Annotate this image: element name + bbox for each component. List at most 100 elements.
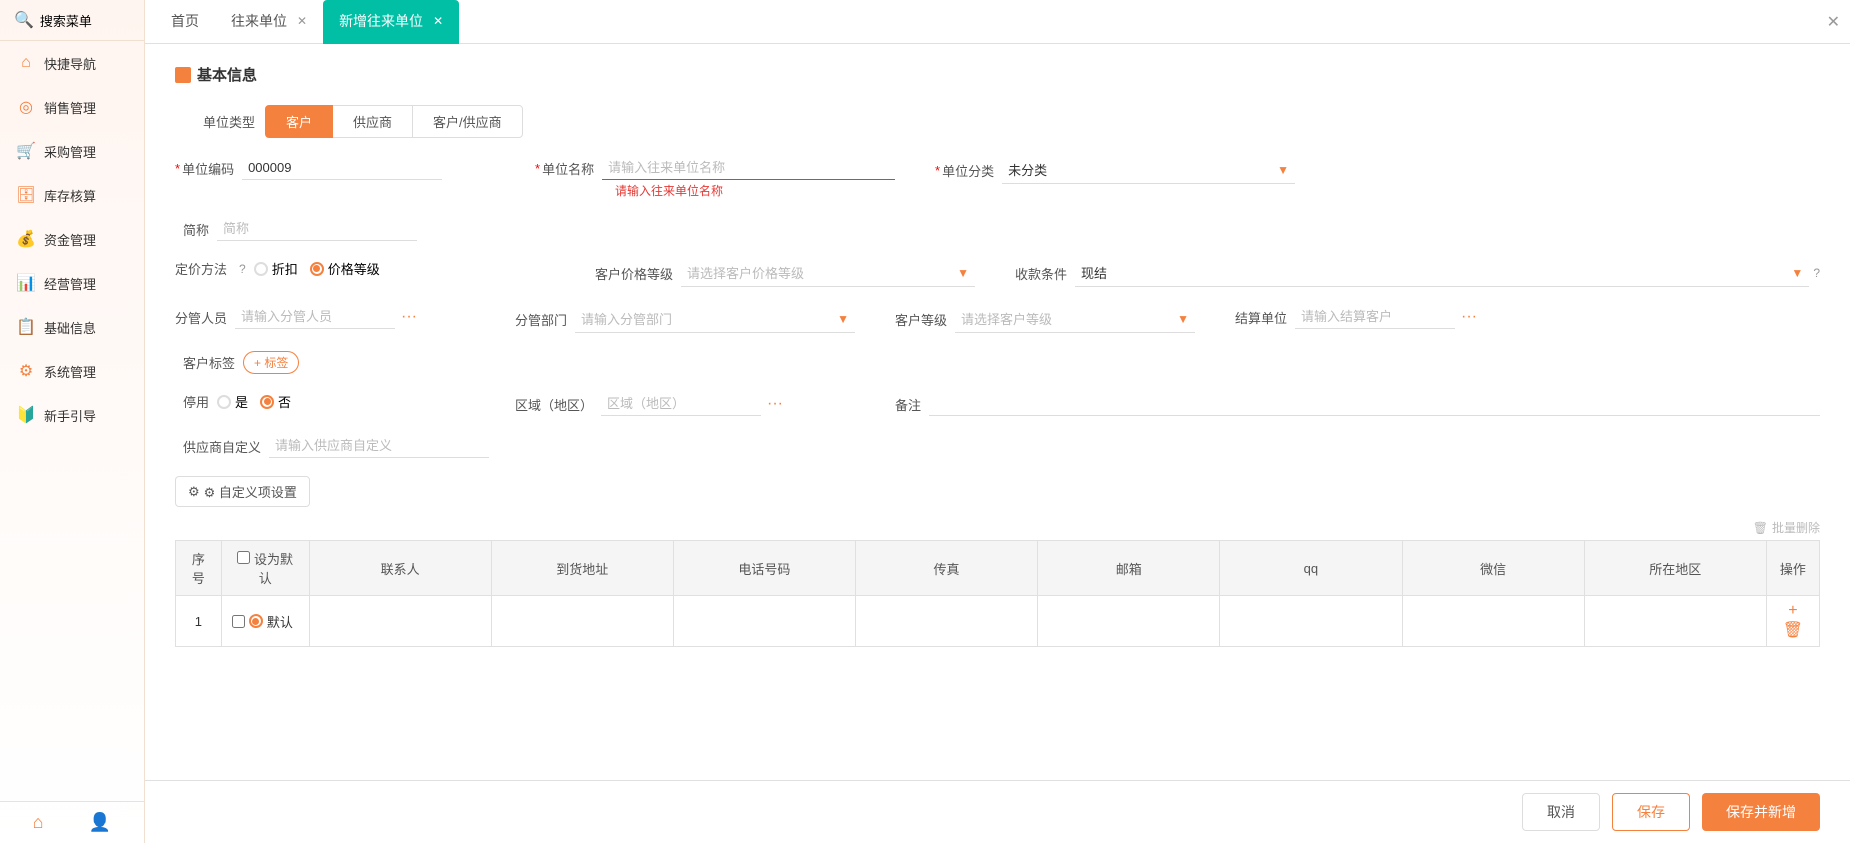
sidebar-item-finance[interactable]: 💰 资金管理 — [0, 217, 144, 261]
settlement-more-btn[interactable]: ··· — [1461, 308, 1477, 326]
sidebar-item-label: 经营管理 — [44, 274, 96, 293]
supplier-custom-field: 供应商自定义 — [175, 434, 1820, 458]
unit-category-label: 单位分类 — [942, 161, 994, 180]
region-input-cell[interactable] — [1595, 614, 1756, 629]
sidebar-item-label: 资金管理 — [44, 230, 96, 249]
cell-phone[interactable] — [673, 596, 855, 647]
fax-input[interactable] — [866, 614, 1027, 629]
email-input[interactable] — [1048, 614, 1209, 629]
settlement-input[interactable] — [1295, 305, 1455, 329]
payment-terms-select[interactable]: 现结 ▼ — [1075, 259, 1809, 287]
sidebar-home-icon[interactable]: ⌂ — [33, 812, 44, 833]
sidebar-item-newbie[interactable]: 🔰 新手引导 — [0, 393, 144, 437]
select-all-checkbox[interactable] — [237, 551, 250, 564]
remark-field: 备注 — [895, 392, 1820, 416]
cancel-button[interactable]: 取消 — [1522, 793, 1600, 831]
department-select[interactable]: 请输入分管部门 ▼ — [575, 305, 855, 333]
chevron-down-icon: ▼ — [837, 312, 849, 326]
payment-terms-question-icon[interactable]: ? — [1813, 266, 1820, 280]
required-mark: * — [535, 161, 540, 176]
disabled-radio-yes[interactable]: 是 — [217, 392, 248, 411]
sidebar-item-operations[interactable]: 📊 经营管理 — [0, 261, 144, 305]
customer-price-level-field: 客户价格等级 请选择客户价格等级 ▼ — [595, 259, 975, 287]
manager-more-btn[interactable]: ··· — [401, 308, 417, 326]
phone-input[interactable] — [684, 614, 845, 629]
cell-region[interactable] — [1584, 596, 1766, 647]
sidebar-user-icon[interactable]: 👤 — [89, 812, 111, 833]
tab-partners-close[interactable]: ✕ — [297, 14, 307, 28]
pricing-radio-level[interactable]: 价格等级 — [310, 259, 380, 278]
pricing-radio-discount[interactable]: 折扣 — [254, 259, 298, 278]
customer-tag-label: 客户标签 — [183, 353, 235, 372]
cell-fax[interactable] — [855, 596, 1037, 647]
manager-input[interactable] — [235, 305, 395, 329]
custom-settings-button[interactable]: ⚙ ⚙ 自定义项设置 — [175, 476, 310, 507]
unit-category-field: * 单位分类 未分类 ▼ — [935, 156, 1295, 184]
unit-category-select[interactable]: 未分类 ▼ — [1002, 156, 1295, 184]
tab-partners[interactable]: 往来单位 ✕ — [215, 0, 323, 44]
supplier-custom-input[interactable] — [269, 434, 489, 458]
cell-address[interactable] — [491, 596, 673, 647]
cell-wechat[interactable] — [1402, 596, 1584, 647]
radio-inner — [313, 265, 320, 272]
system-icon: ⚙ — [16, 361, 36, 381]
region-input[interactable] — [601, 392, 761, 416]
tab-home[interactable]: 首页 — [155, 0, 215, 44]
short-name-input[interactable] — [217, 217, 417, 241]
chevron-down-icon: ▼ — [1791, 266, 1803, 280]
remark-input[interactable] — [929, 392, 1820, 416]
sidebar: 🔍 搜索菜单 ⌂ 快捷导航 ◎ 销售管理 🛒 采购管理 🗄 库存核算 💰 资金管… — [0, 0, 145, 843]
save-button[interactable]: 保存 — [1612, 793, 1690, 831]
sidebar-item-inventory[interactable]: 🗄 库存核算 — [0, 173, 144, 217]
disabled-radio-no[interactable]: 否 — [260, 392, 291, 411]
tab-new-partner-close[interactable]: ✕ — [433, 14, 443, 28]
section-title: 基本信息 — [175, 64, 1820, 85]
sidebar-item-label: 基础信息 — [44, 318, 96, 337]
delete-row-button[interactable]: 🗑 — [1783, 620, 1803, 640]
sidebar-item-label: 系统管理 — [44, 362, 96, 381]
section-icon — [175, 67, 191, 83]
type-btn-both[interactable]: 客户/供应商 — [412, 105, 523, 138]
sidebar-item-basic-info[interactable]: 📋 基础信息 — [0, 305, 144, 349]
add-row-button[interactable]: + — [1788, 602, 1797, 620]
save-new-button[interactable]: 保存并新增 — [1702, 793, 1820, 831]
sidebar-item-sales[interactable]: ◎ 销售管理 — [0, 85, 144, 129]
sidebar-item-purchase[interactable]: 🛒 采购管理 — [0, 129, 144, 173]
sidebar-item-quick-nav[interactable]: ⌂ 快捷导航 — [0, 41, 144, 85]
tab-bar-close[interactable]: ✕ — [1827, 12, 1840, 32]
cell-contact[interactable] — [309, 596, 491, 647]
col-address: 到货地址 — [491, 541, 673, 596]
tab-partners-label: 往来单位 — [231, 11, 287, 31]
question-icon[interactable]: ? — [239, 262, 246, 276]
add-tag-button[interactable]: + 标签 — [243, 351, 299, 374]
cell-email[interactable] — [1038, 596, 1220, 647]
sidebar-search[interactable]: 🔍 搜索菜单 — [0, 0, 144, 41]
default-radio[interactable]: 默认 — [249, 612, 293, 631]
contact-input[interactable] — [320, 614, 481, 629]
cell-qq[interactable] — [1220, 596, 1402, 647]
address-input[interactable] — [502, 614, 663, 629]
inventory-icon: 🗄 — [16, 185, 36, 205]
qq-input[interactable] — [1230, 614, 1391, 629]
type-btn-supplier[interactable]: 供应商 — [333, 105, 412, 138]
contact-table: 序号 设为默认 联系人 到货地址 电话号码 传真 邮箱 qq 微信 所在地区 操… — [175, 540, 1820, 647]
sidebar-item-system[interactable]: ⚙ 系统管理 — [0, 349, 144, 393]
operations-icon: 📊 — [16, 273, 36, 293]
wechat-input[interactable] — [1413, 614, 1574, 629]
unit-code-input[interactable] — [242, 156, 442, 180]
disabled-no-label: 否 — [278, 392, 291, 411]
tab-new-partner[interactable]: 新增往来单位 ✕ — [323, 0, 459, 44]
unit-name-input[interactable] — [602, 156, 895, 180]
row-checkbox[interactable] — [232, 615, 245, 628]
sidebar-footer: ⌂ 👤 — [0, 801, 144, 843]
type-btn-customer[interactable]: 客户 — [265, 105, 333, 138]
region-more-btn[interactable]: ··· — [767, 395, 783, 413]
batch-delete-button[interactable]: 🗑 批量删除 — [1753, 519, 1820, 536]
required-mark: * — [935, 163, 940, 178]
sales-icon: ◎ — [16, 97, 36, 117]
customer-price-level-select[interactable]: 请选择客户价格等级 ▼ — [681, 259, 975, 287]
pricing-discount-label: 折扣 — [272, 259, 298, 278]
purchase-icon: 🛒 — [16, 141, 36, 161]
customer-level-select[interactable]: 请选择客户等级 ▼ — [955, 305, 1195, 333]
tab-new-partner-label: 新增往来单位 — [339, 11, 423, 31]
